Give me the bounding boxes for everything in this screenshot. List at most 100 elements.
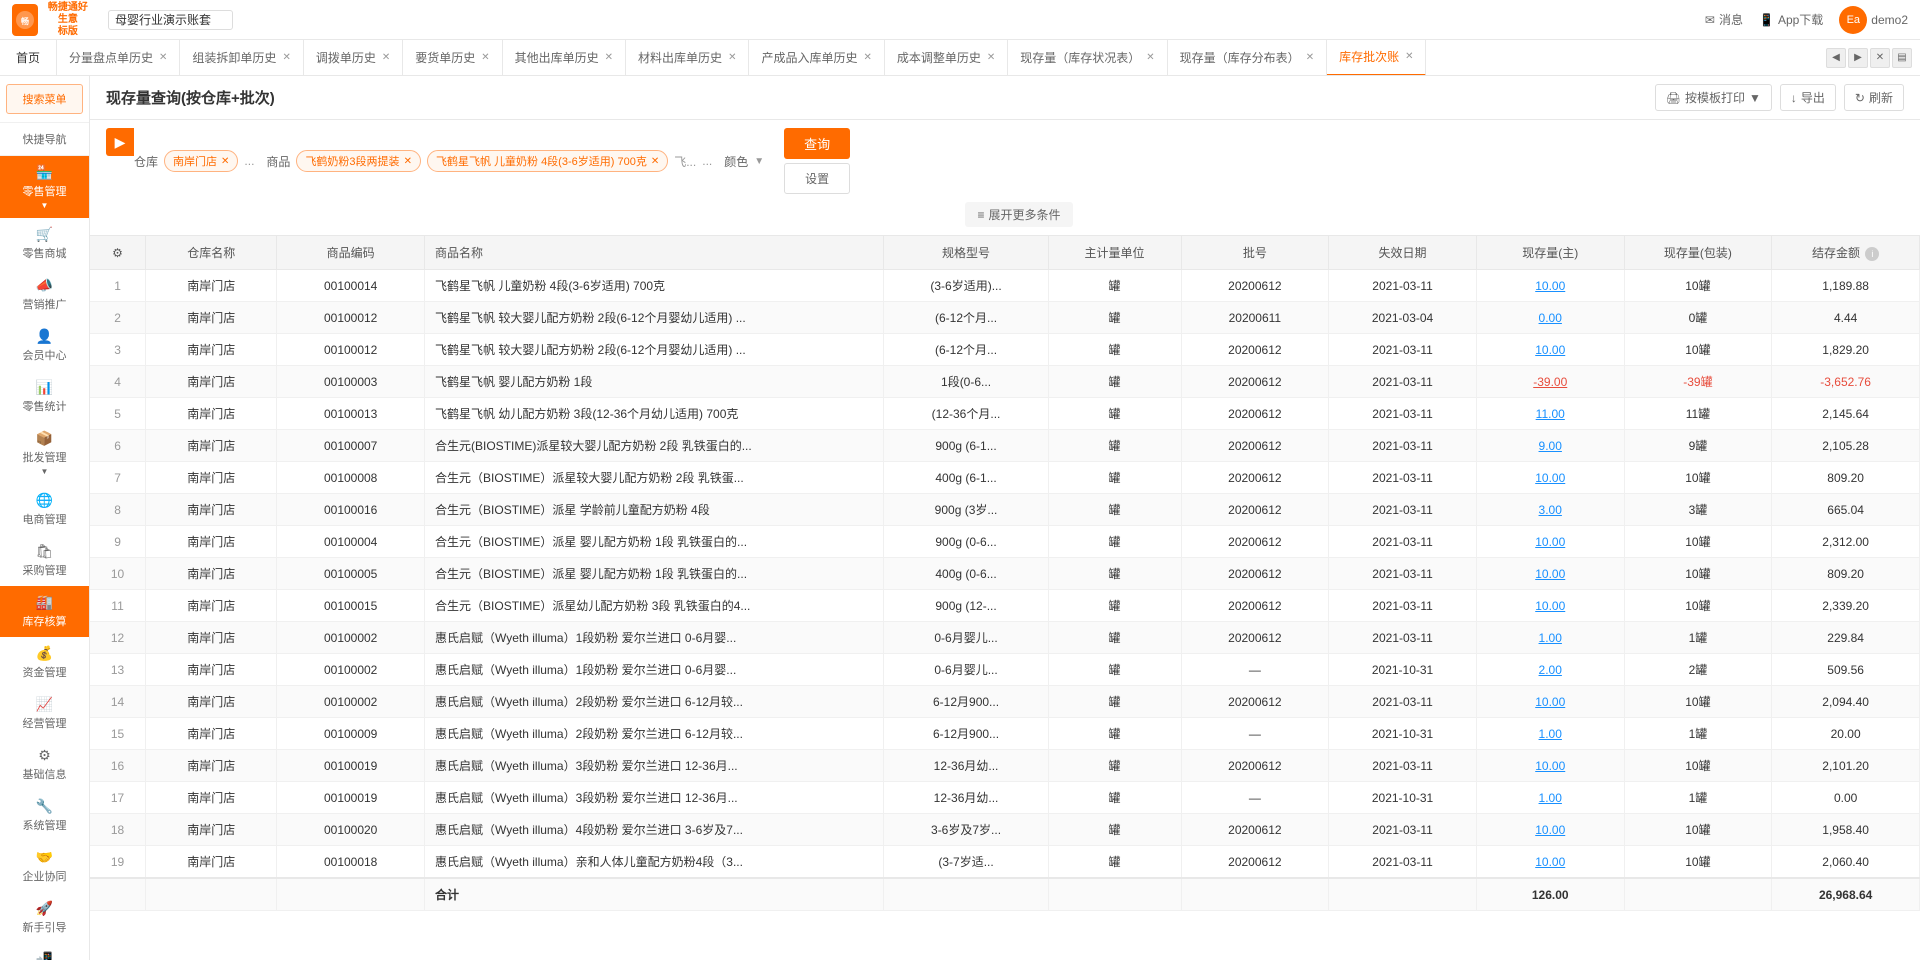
app-download-btn[interactable]: 📱 App下载 (1759, 11, 1823, 28)
sidebar-item-purchase[interactable]: 🛍 采购管理 (0, 535, 89, 586)
filter-expand-btn[interactable]: ▶ (106, 128, 134, 156)
cell-stock-main[interactable]: 9.00 (1476, 430, 1624, 462)
sidebar-item-enterprise[interactable]: 🤝 企业协同 (0, 841, 89, 892)
cell-batch: 20200612 (1181, 686, 1329, 718)
sidebar-item-retail-stat[interactable]: 📊 零售统计 (0, 371, 89, 422)
tab-close-icon[interactable]: ✕ (481, 52, 489, 63)
sidebar-item-retail-shop[interactable]: 🛒 零售商城 (0, 218, 89, 269)
sidebar-item-finance[interactable]: 💰 资金管理 (0, 637, 89, 688)
tab-close-all-btn[interactable]: ✕ (1870, 48, 1890, 68)
sidebar-item-marketing[interactable]: 📣 营销推广 (0, 269, 89, 320)
cell-stock-main[interactable]: 0.00 (1476, 302, 1624, 334)
cell-name: 惠氏启赋（Wyeth illuma）1段奶粉 爱尔兰进口 0-6月婴... (425, 654, 884, 686)
tab-cailiao[interactable]: 材料出库单历史 ✕ (626, 40, 749, 76)
tab-yaohuo[interactable]: 要货单历史 ✕ (403, 40, 502, 76)
product-tag-2-close-icon[interactable]: ✕ (651, 156, 659, 167)
message-btn[interactable]: ✉ 消息 (1705, 11, 1743, 28)
warehouse-tag-close-icon[interactable]: ✕ (221, 156, 229, 167)
tab-chengben[interactable]: 成本调整单历史 ✕ (885, 40, 1008, 76)
cell-stock-main[interactable]: 10.00 (1476, 334, 1624, 366)
tab-xianzai-kuzhuang[interactable]: 现存量（库存状况表） ✕ (1008, 40, 1167, 76)
tab-close-icon[interactable]: ✕ (282, 52, 290, 63)
warehouse-more[interactable]: ... (244, 154, 254, 168)
cell-spec: (12-36个月... (884, 398, 1048, 430)
cell-stock-main[interactable]: 10.00 (1476, 526, 1624, 558)
tab-xianzai-fenbu[interactable]: 现存量（库存分布表） ✕ (1168, 40, 1327, 76)
sidebar-item-basic[interactable]: ⚙ 基础信息 (0, 739, 89, 790)
cell-stock-main[interactable]: 10.00 (1476, 686, 1624, 718)
search-menu-btn[interactable]: 搜索菜单 (6, 84, 83, 114)
th-batch: 批号 (1181, 236, 1329, 270)
sidebar-item-member[interactable]: 👤 会员中心 (0, 320, 89, 371)
tab-prev-btn[interactable]: ◀ (1826, 48, 1846, 68)
cell-stock-pkg: 10罐 (1624, 462, 1772, 494)
page-title: 现存量查询(按仓库+批次) (106, 87, 275, 108)
cell-stock-main[interactable]: 10.00 (1476, 462, 1624, 494)
th-settings[interactable]: ⚙ (90, 236, 146, 270)
sidebar-item-wholesale[interactable]: 📦 批发管理 ▼ (0, 422, 89, 484)
cell-stock-pkg: 10罐 (1624, 750, 1772, 782)
cell-stock-pkg: 9罐 (1624, 430, 1772, 462)
cell-stock-main[interactable]: 10.00 (1476, 814, 1624, 846)
sidebar-item-inventory[interactable]: 🏭 库存核算 (0, 586, 89, 637)
settings-btn[interactable]: 设置 (784, 163, 850, 194)
cell-index: 11 (90, 590, 146, 622)
cell-stock-main[interactable]: 11.00 (1476, 398, 1624, 430)
sidebar-item-ecommerce[interactable]: 🌐 电商管理 (0, 484, 89, 535)
sidebar-item-retail-mgmt[interactable]: 🏪 零售管理 ▼ (0, 156, 89, 218)
tab-next-btn[interactable]: ▶ (1848, 48, 1868, 68)
cell-stock-main[interactable]: 3.00 (1476, 494, 1624, 526)
tab-kucun-pici[interactable]: 库存批次账 ✕ (1327, 40, 1426, 76)
table-row: 4 南岸门店 00100003 飞鹤星飞帆 婴儿配方奶粉 1段 1段(0-6..… (90, 366, 1920, 398)
cell-stock-main[interactable]: 1.00 (1476, 622, 1624, 654)
tab-fenbaopan[interactable]: 分量盘点单历史 ✕ (57, 40, 180, 76)
product-more-dots[interactable]: ... (702, 154, 712, 168)
tab-menu-btn[interactable]: ▤ (1892, 48, 1912, 68)
tab-tiaobo[interactable]: 调拨单历史 ✕ (304, 40, 403, 76)
tab-close-icon[interactable]: ✕ (159, 52, 167, 63)
cell-stock-main[interactable]: 1.00 (1476, 782, 1624, 814)
account-selector[interactable]: 母婴行业演示账套 (108, 10, 233, 30)
tab-qita[interactable]: 其他出库单历史 ✕ (503, 40, 626, 76)
sidebar-item-system[interactable]: 🔧 系统管理 (0, 790, 89, 841)
tab-close-icon[interactable]: ✕ (1146, 52, 1154, 63)
tab-close-icon[interactable]: ✕ (605, 52, 613, 63)
cell-stock-main[interactable]: 10.00 (1476, 270, 1624, 302)
avatar: Ea (1839, 6, 1867, 34)
tab-close-icon[interactable]: ✕ (382, 52, 390, 63)
quick-nav-btn[interactable]: 快捷导航 (0, 127, 89, 151)
user-profile[interactable]: Ea demo2 (1839, 6, 1908, 34)
cell-stock-main[interactable]: 1.00 (1476, 718, 1624, 750)
sidebar-item-newguide[interactable]: 🚀 新手引导 (0, 892, 89, 943)
cell-stock-main[interactable]: 10.00 (1476, 750, 1624, 782)
query-btn[interactable]: 查询 (784, 128, 850, 159)
expand-more-btn[interactable]: ≡ 展开更多条件 (965, 202, 1072, 227)
tab-close-icon[interactable]: ✕ (987, 52, 995, 63)
cell-code: 00100014 (277, 270, 425, 302)
tab-home[interactable]: 首页 (0, 40, 57, 76)
cell-expire: 2021-03-11 (1329, 334, 1477, 366)
sidebar-item-operations[interactable]: 📈 经营管理 (0, 688, 89, 739)
cell-expire: 2021-10-31 (1329, 718, 1477, 750)
cell-stock-main[interactable]: 10.00 (1476, 558, 1624, 590)
tab-zuchai[interactable]: 组装拆卸单历史 ✕ (180, 40, 303, 76)
refresh-btn[interactable]: ↻ 刷新 (1844, 84, 1904, 111)
cell-stock-main[interactable]: 2.00 (1476, 654, 1624, 686)
export-btn[interactable]: ↓ 导出 (1780, 84, 1836, 111)
tab-close-icon[interactable]: ✕ (1405, 51, 1413, 62)
cell-stock-main[interactable]: -39.00 (1476, 366, 1624, 398)
warehouse-tag: 南岸门店 ✕ (164, 150, 238, 172)
tab-chanpin-rk[interactable]: 产成品入库单历史 ✕ (749, 40, 884, 76)
cell-stock-main[interactable]: 10.00 (1476, 590, 1624, 622)
print-btn[interactable]: 🖨 按模板打印 ▼ (1655, 84, 1772, 111)
cell-spec: 6-12月900... (884, 718, 1048, 750)
balance-info-icon[interactable]: i (1865, 247, 1879, 261)
product-tag-1-close-icon[interactable]: ✕ (404, 156, 412, 167)
tab-close-icon[interactable]: ✕ (728, 52, 736, 63)
cell-stock-main[interactable]: 10.00 (1476, 846, 1624, 879)
table-row: 16 南岸门店 00100019 惠氏启赋（Wyeth illuma）3段奶粉 … (90, 750, 1920, 782)
tab-close-icon[interactable]: ✕ (1306, 52, 1314, 63)
tab-close-icon[interactable]: ✕ (863, 52, 871, 63)
sidebar-item-appcenter[interactable]: 📲 应用中心 (0, 943, 89, 960)
color-filter: 颜色 ▼ (724, 153, 764, 170)
